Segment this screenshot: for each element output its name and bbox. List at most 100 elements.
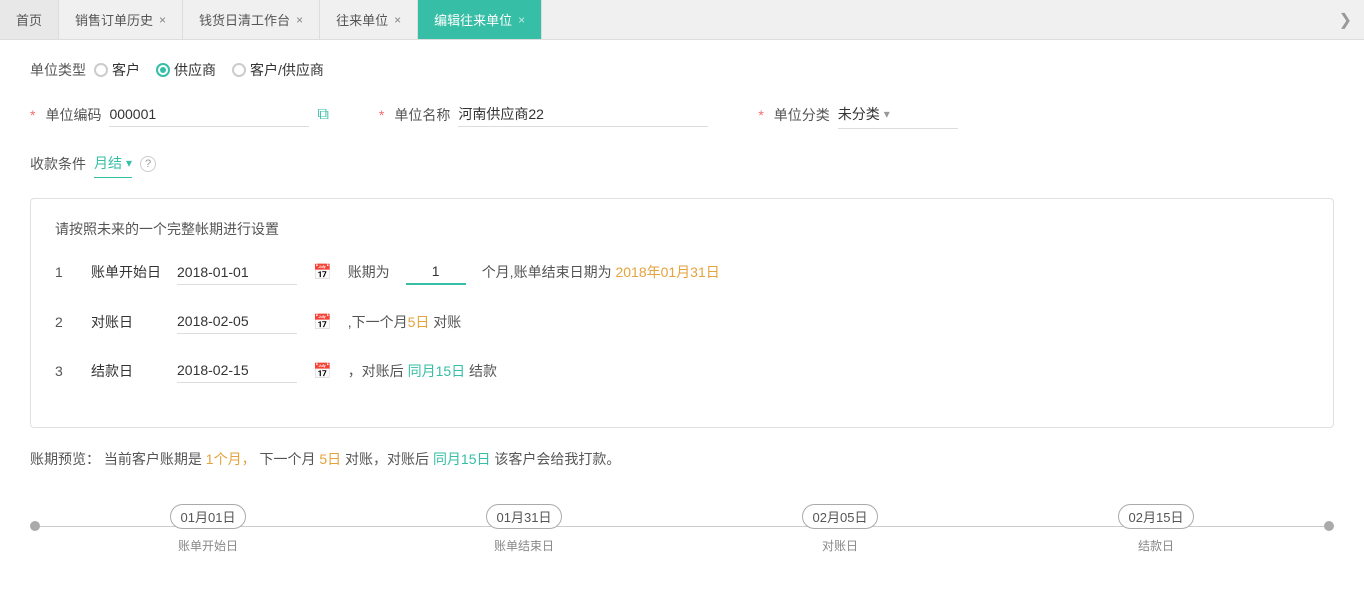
period-date-2[interactable]: [177, 309, 297, 334]
unit-category-value: 未分类: [838, 104, 880, 124]
radio-both-label: 客户/供应商: [250, 60, 324, 80]
timeline-label-3: 对账日: [822, 537, 858, 554]
tab-counterpart-label: 往来单位: [336, 10, 388, 29]
timeline-badge-2: 01月31日: [486, 504, 563, 529]
timeline: 01月01日 账单开始日 01月31日 账单结束日 02月05日 对账日 02月…: [30, 494, 1334, 574]
radio-supplier-label: 供应商: [174, 60, 216, 80]
preview-text-4: 该客户会给我打款。: [494, 451, 620, 467]
radio-supplier[interactable]: 供应商: [156, 60, 216, 80]
tab-sales-history-label: 销售订单历史: [75, 10, 153, 29]
period-day-3: 同月15日: [408, 363, 466, 379]
tab-edit-counterpart-label: 编辑往来单位: [434, 10, 512, 29]
unit-category-star: *: [758, 107, 763, 123]
tab-sales-history-close[interactable]: ×: [159, 13, 166, 27]
payment-terms-group: 收款条件 月结 ▾ ?: [30, 149, 156, 178]
preview-highlight-3: 同月15日: [433, 451, 491, 467]
period-day-2: 5日: [408, 314, 430, 330]
timeline-point-2: 01月31日 账单结束日: [486, 504, 563, 554]
period-desc-before-1: 账期为: [348, 262, 390, 282]
timeline-badge-4: 02月15日: [1118, 504, 1195, 529]
period-date-3[interactable]: [177, 358, 297, 383]
period-label-1: 账单开始日: [91, 262, 161, 282]
tab-edit-counterpart[interactable]: 编辑往来单位 ×: [418, 0, 542, 39]
radio-customer-circle: [94, 63, 108, 77]
payment-terms-chevron: ▾: [126, 156, 132, 170]
unit-info-row: * 单位编码 ⧉ * 单位名称 * 单位分类 未分类 ▾: [30, 100, 1334, 129]
tab-sales-history[interactable]: 销售订单历史 ×: [59, 0, 183, 39]
timeline-point-3: 02月05日 对账日: [802, 504, 879, 554]
period-desc-2: ,下一个月5日 对账: [348, 312, 462, 332]
radio-supplier-circle: [156, 63, 170, 77]
radio-customer[interactable]: 客户: [94, 60, 140, 80]
tab-edit-counterpart-close[interactable]: ×: [518, 13, 525, 27]
payment-terms-row: 收款条件 月结 ▾ ?: [30, 149, 1334, 178]
payment-terms-value: 月结: [94, 153, 122, 173]
calendar-icon-1[interactable]: 📅: [313, 263, 332, 281]
tab-bar: 首页 销售订单历史 × 钱货日清工作台 × 往来单位 × 编辑往来单位 × ❯: [0, 0, 1364, 40]
preview-text-3: 对账，对账后: [345, 451, 429, 467]
period-num-2: 2: [55, 314, 75, 330]
timeline-label-2: 账单结束日: [494, 537, 554, 554]
unit-name-group: * 单位名称: [379, 102, 708, 127]
unit-name-star: *: [379, 107, 384, 123]
tab-cash-ledger[interactable]: 钱货日清工作台 ×: [183, 0, 320, 39]
unit-code-input[interactable]: [109, 102, 309, 127]
tab-home-label: 首页: [16, 10, 42, 29]
period-row-1: 1 账单开始日 📅 账期为 个月,账单结束日期为 2018年01月31日: [55, 259, 1309, 285]
calendar-icon-2[interactable]: 📅: [313, 313, 332, 331]
payment-terms-help-icon[interactable]: ?: [140, 156, 156, 172]
timeline-label-1: 账单开始日: [178, 537, 238, 554]
timeline-point-1: 01月01日 账单开始日: [170, 504, 247, 554]
payment-terms-label: 收款条件: [30, 154, 86, 174]
copy-icon[interactable]: ⧉: [317, 106, 328, 124]
tab-cash-ledger-label: 钱货日清工作台: [199, 10, 290, 29]
unit-type-row: 单位类型 客户 供应商 客户/供应商: [30, 60, 1334, 80]
timeline-badge-1: 01月01日: [170, 504, 247, 529]
period-desc-after-1: 个月,账单结束日期为 2018年01月31日: [482, 262, 720, 282]
unit-category-chevron: ▾: [884, 107, 890, 121]
unit-code-group: * 单位编码 ⧉: [30, 102, 329, 127]
period-desc-3: ，对账后 同月15日 结款: [348, 361, 497, 381]
unit-name-input[interactable]: [458, 102, 708, 127]
unit-code-star: *: [30, 107, 35, 123]
period-date-1[interactable]: [177, 260, 297, 285]
timeline-badge-3: 02月05日: [802, 504, 879, 529]
period-row-2: 2 对账日 📅 ,下一个月5日 对账: [55, 309, 1309, 334]
tab-home[interactable]: 首页: [0, 0, 59, 39]
unit-category-label: 单位分类: [774, 105, 830, 125]
unit-code-label: 单位编码: [45, 105, 101, 125]
preview-highlight-1: 1个月，: [206, 451, 256, 467]
period-label-3: 结款日: [91, 361, 161, 381]
period-label-2: 对账日: [91, 312, 161, 332]
timeline-label-4: 结款日: [1138, 537, 1174, 554]
tab-expand-button[interactable]: ❯: [1327, 10, 1364, 30]
period-num-3: 3: [55, 363, 75, 379]
calendar-icon-3[interactable]: 📅: [313, 362, 332, 380]
unit-category-select[interactable]: 未分类 ▾: [838, 100, 958, 129]
preview-text-2: 下一个月: [259, 451, 315, 467]
preview-highlight-2: 5日: [319, 451, 341, 467]
tab-counterpart[interactable]: 往来单位 ×: [320, 0, 418, 39]
period-row-3: 3 结款日 📅 ，对账后 同月15日 结款: [55, 358, 1309, 383]
timeline-point-4: 02月15日 结款日: [1118, 504, 1195, 554]
radio-group-unit-type: 客户 供应商 客户/供应商: [94, 60, 324, 80]
period-settings-box: 请按照未来的一个完整帐期进行设置 1 账单开始日 📅 账期为 个月,账单结束日期…: [30, 198, 1334, 428]
preview-text-1: 当前客户账期是: [104, 451, 202, 467]
radio-customer-label: 客户: [112, 60, 140, 80]
period-box-title: 请按照未来的一个完整帐期进行设置: [55, 219, 1309, 239]
payment-terms-select[interactable]: 月结 ▾: [94, 149, 132, 178]
unit-type-label: 单位类型: [30, 60, 86, 80]
preview-section: 账期预览： 当前客户账期是 1个月， 下一个月 5日 对账，对账后 同月15日 …: [30, 448, 1334, 470]
unit-type-group: 单位类型 客户 供应商 客户/供应商: [30, 60, 324, 80]
tab-cash-ledger-close[interactable]: ×: [296, 13, 303, 27]
main-content: 单位类型 客户 供应商 客户/供应商 * 单位编码: [0, 40, 1364, 608]
preview-label: 账期预览：: [30, 451, 100, 467]
unit-category-group: * 单位分类 未分类 ▾: [758, 100, 957, 129]
radio-both-circle: [232, 63, 246, 77]
period-num-1: 1: [55, 264, 75, 280]
radio-both[interactable]: 客户/供应商: [232, 60, 324, 80]
period-months-input[interactable]: [406, 259, 466, 285]
timeline-start-dot: [30, 521, 40, 531]
tab-counterpart-close[interactable]: ×: [394, 13, 401, 27]
period-end-date: 2018年01月31日: [615, 264, 719, 280]
